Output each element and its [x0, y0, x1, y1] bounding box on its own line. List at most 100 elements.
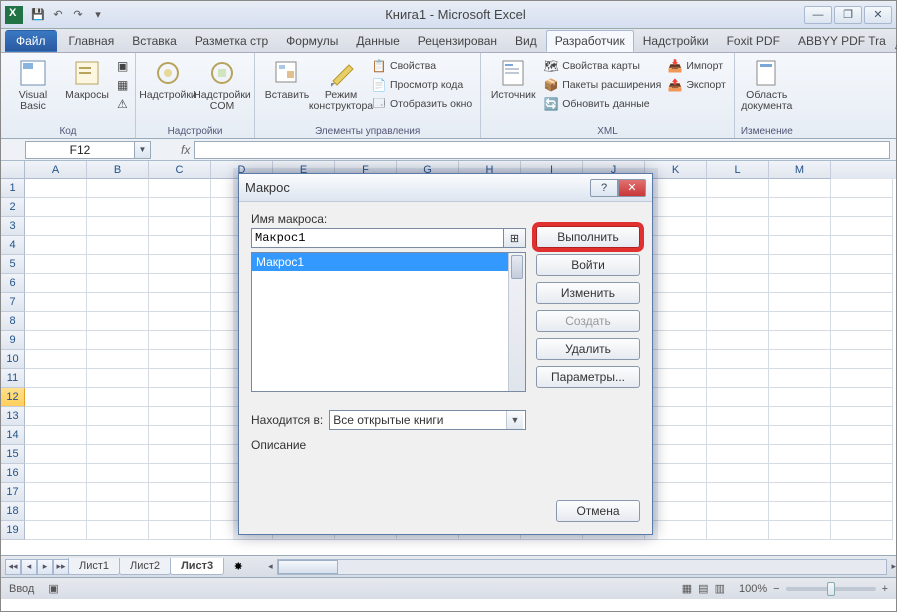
row-header[interactable]: 19 — [1, 521, 25, 540]
row-header[interactable]: 13 — [1, 407, 25, 426]
cell[interactable] — [25, 350, 87, 369]
cell[interactable] — [25, 464, 87, 483]
cell[interactable] — [87, 483, 149, 502]
cell[interactable] — [769, 445, 831, 464]
cell[interactable] — [25, 255, 87, 274]
tab-insert[interactable]: Вставка — [123, 30, 186, 52]
minimize-button[interactable]: — — [804, 6, 832, 24]
cell[interactable] — [87, 179, 149, 198]
cell[interactable] — [25, 445, 87, 464]
cell[interactable] — [769, 198, 831, 217]
cell[interactable] — [87, 293, 149, 312]
row-header[interactable]: 15 — [1, 445, 25, 464]
name-box-dropdown-icon[interactable]: ▼ — [135, 141, 151, 159]
cell[interactable] — [645, 407, 707, 426]
cell[interactable] — [149, 483, 211, 502]
cell[interactable] — [25, 502, 87, 521]
dialog-help-button[interactable]: ? — [590, 179, 618, 197]
cell[interactable] — [831, 198, 893, 217]
record-macro-icon[interactable]: ▣ — [115, 57, 129, 75]
cell[interactable] — [831, 236, 893, 255]
col-header[interactable]: C — [149, 161, 211, 179]
cell[interactable] — [25, 388, 87, 407]
cell[interactable] — [87, 445, 149, 464]
cell[interactable] — [769, 312, 831, 331]
maximize-button[interactable]: ❐ — [834, 6, 862, 24]
zoom-in-button[interactable]: + — [882, 583, 888, 595]
cell[interactable] — [707, 521, 769, 540]
cell[interactable] — [149, 217, 211, 236]
addins-button[interactable]: Надстройки — [142, 55, 194, 101]
source-button[interactable]: Источник — [487, 55, 539, 101]
cancel-button[interactable]: Отмена — [556, 500, 640, 522]
cell[interactable] — [25, 198, 87, 217]
cell[interactable] — [25, 331, 87, 350]
cell[interactable] — [831, 464, 893, 483]
save-icon[interactable]: 💾 — [29, 6, 47, 24]
cell[interactable] — [149, 388, 211, 407]
cell[interactable] — [149, 502, 211, 521]
cell[interactable] — [149, 407, 211, 426]
cell[interactable] — [149, 293, 211, 312]
cell[interactable] — [831, 483, 893, 502]
design-mode-button[interactable]: Режимконструктора — [315, 55, 367, 112]
cell[interactable] — [645, 312, 707, 331]
row-header[interactable]: 18 — [1, 502, 25, 521]
cell[interactable] — [87, 217, 149, 236]
cell[interactable] — [831, 312, 893, 331]
cell[interactable] — [87, 388, 149, 407]
view-code-button[interactable]: 📄Просмотр кода — [369, 76, 474, 94]
cell[interactable] — [149, 236, 211, 255]
macro-record-icon[interactable]: ▣ — [48, 582, 58, 595]
cell[interactable] — [769, 236, 831, 255]
cell[interactable] — [149, 274, 211, 293]
cell[interactable] — [707, 331, 769, 350]
cell[interactable] — [149, 179, 211, 198]
fx-icon[interactable]: fx — [181, 143, 190, 157]
macros-button[interactable]: Макросы — [61, 55, 113, 101]
redo-icon[interactable]: ↷ — [69, 6, 87, 24]
cell[interactable] — [87, 502, 149, 521]
cell[interactable] — [707, 198, 769, 217]
select-all-corner[interactable] — [1, 161, 25, 179]
location-select[interactable]: Все открытые книги — [329, 410, 526, 430]
cell[interactable] — [149, 521, 211, 540]
row-header[interactable]: 12 — [1, 388, 25, 407]
row-header[interactable]: 8 — [1, 312, 25, 331]
row-header[interactable]: 10 — [1, 350, 25, 369]
zoom-slider[interactable] — [786, 587, 876, 591]
dialog-titlebar[interactable]: Макрос ? ✕ — [239, 174, 652, 202]
undo-icon[interactable]: ↶ — [49, 6, 67, 24]
cell[interactable] — [645, 350, 707, 369]
expansion-packs-button[interactable]: 📦Пакеты расширения — [541, 76, 663, 94]
col-header[interactable]: L — [707, 161, 769, 179]
col-header[interactable]: K — [645, 161, 707, 179]
cell[interactable] — [831, 388, 893, 407]
cell[interactable] — [25, 312, 87, 331]
tab-view[interactable]: Вид — [506, 30, 546, 52]
cell[interactable] — [645, 198, 707, 217]
cell[interactable] — [707, 217, 769, 236]
row-header[interactable]: 9 — [1, 331, 25, 350]
tab-foxit-pdf[interactable]: Foxit PDF — [718, 30, 789, 52]
cell[interactable] — [645, 388, 707, 407]
tab-home[interactable]: Главная — [60, 30, 124, 52]
cell[interactable] — [707, 312, 769, 331]
cell[interactable] — [25, 369, 87, 388]
cell[interactable] — [645, 179, 707, 198]
cell[interactable] — [707, 293, 769, 312]
export-button[interactable]: 📤Экспорт — [665, 76, 727, 94]
cell[interactable] — [769, 483, 831, 502]
cell[interactable] — [87, 350, 149, 369]
cell[interactable] — [87, 274, 149, 293]
cell[interactable] — [87, 331, 149, 350]
cell[interactable] — [645, 426, 707, 445]
cell[interactable] — [707, 388, 769, 407]
insert-control-button[interactable]: Вставить — [261, 55, 313, 101]
cell[interactable] — [149, 331, 211, 350]
cell[interactable] — [87, 369, 149, 388]
macro-listbox[interactable]: Макрос1 — [251, 252, 526, 392]
qat-dropdown-icon[interactable]: ▾ — [89, 6, 107, 24]
cell[interactable] — [645, 274, 707, 293]
cell[interactable] — [87, 407, 149, 426]
